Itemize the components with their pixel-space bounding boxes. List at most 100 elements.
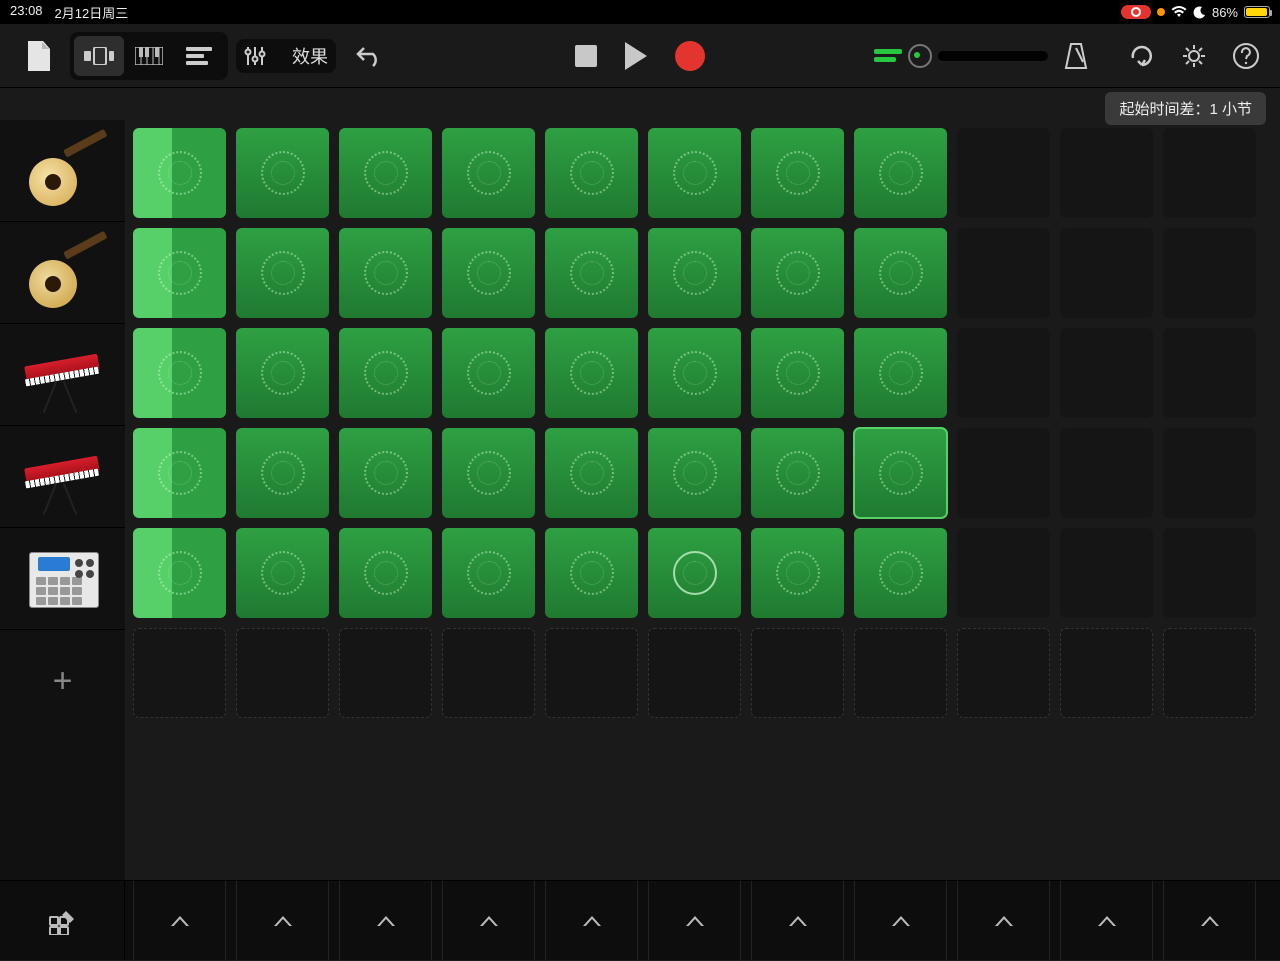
settings-button[interactable] [1174,36,1214,76]
loop-cell[interactable] [339,328,432,418]
play-button[interactable] [625,42,647,70]
loop-cell[interactable] [854,328,947,418]
empty-cell[interactable] [957,528,1050,618]
loop-cell[interactable] [854,128,947,218]
scene-trigger[interactable] [339,881,432,961]
track-header[interactable] [0,426,125,528]
loop-cell[interactable] [133,128,226,218]
loop-cell[interactable] [648,528,741,618]
track-header[interactable] [0,528,125,630]
view-keyboard[interactable] [124,36,174,76]
grid-edit-button[interactable] [0,881,125,960]
loop-cell[interactable] [751,328,844,418]
track-header[interactable] [0,222,125,324]
track-header[interactable] [0,324,125,426]
loop-cell[interactable] [236,228,329,318]
empty-cell[interactable] [1060,428,1153,518]
empty-cell[interactable] [1060,528,1153,618]
scene-trigger[interactable] [442,881,535,961]
scene-trigger[interactable] [236,881,329,961]
loop-cell[interactable] [751,228,844,318]
scene-trigger[interactable] [133,881,226,961]
loop-cell[interactable] [545,228,638,318]
empty-cell[interactable] [1060,128,1153,218]
loop-cell[interactable] [442,528,535,618]
loop-cell[interactable] [751,528,844,618]
empty-cell[interactable] [648,628,741,718]
empty-cell[interactable] [957,428,1050,518]
my-songs-button[interactable] [14,32,62,80]
loop-cell[interactable] [545,328,638,418]
loop-cell[interactable] [648,328,741,418]
empty-cell[interactable] [339,628,432,718]
empty-cell[interactable] [1163,528,1256,618]
fx-button[interactable]: 效果 [292,43,328,69]
record-button[interactable] [675,41,705,71]
volume-knob[interactable] [908,44,932,68]
empty-cell[interactable] [1163,628,1256,718]
loop-cell[interactable] [133,428,226,518]
scene-trigger[interactable] [957,881,1050,961]
loop-cell[interactable] [751,128,844,218]
scene-trigger[interactable] [1163,881,1256,961]
scene-trigger[interactable] [545,881,638,961]
loop-cell[interactable] [648,228,741,318]
loop-cell[interactable] [545,428,638,518]
loop-cell[interactable] [236,528,329,618]
empty-cell[interactable] [1060,328,1153,418]
scene-trigger[interactable] [1060,881,1153,961]
loop-cell[interactable] [236,428,329,518]
scene-trigger[interactable] [751,881,844,961]
loop-cell[interactable] [751,428,844,518]
empty-cell[interactable] [1163,228,1256,318]
loop-cell[interactable] [854,528,947,618]
empty-cell[interactable] [442,628,535,718]
loop-cell[interactable] [648,428,741,518]
empty-cell[interactable] [1163,128,1256,218]
loop-cell[interactable] [545,128,638,218]
view-tracks[interactable] [174,36,224,76]
track-header[interactable] [0,120,125,222]
empty-cell[interactable] [1163,328,1256,418]
loop-cell[interactable] [133,528,226,618]
empty-cell[interactable] [545,628,638,718]
help-button[interactable] [1226,36,1266,76]
loop-cell[interactable] [133,228,226,318]
loop-cell[interactable] [854,428,947,518]
loop-cell[interactable] [236,328,329,418]
empty-cell[interactable] [957,328,1050,418]
scene-trigger[interactable] [648,881,741,961]
loop-browser-button[interactable] [1122,36,1162,76]
empty-cell[interactable] [1060,628,1153,718]
empty-cell[interactable] [854,628,947,718]
volume-slider[interactable] [938,51,1048,61]
empty-cell[interactable] [1163,428,1256,518]
loop-cell[interactable] [442,228,535,318]
empty-cell[interactable] [957,628,1050,718]
add-track-button[interactable]: + [0,630,125,732]
undo-button[interactable] [344,32,392,80]
empty-cell[interactable] [133,628,226,718]
loop-cell[interactable] [133,328,226,418]
loop-cell[interactable] [854,228,947,318]
loop-cell[interactable] [442,128,535,218]
empty-cell[interactable] [957,228,1050,318]
loop-cell[interactable] [339,228,432,318]
view-live-loops[interactable] [74,36,124,76]
loop-cell[interactable] [442,428,535,518]
empty-cell[interactable] [236,628,329,718]
loop-cell[interactable] [236,128,329,218]
loop-cell[interactable] [339,128,432,218]
scene-trigger[interactable] [854,881,947,961]
loop-cell[interactable] [339,428,432,518]
loop-cell[interactable] [442,328,535,418]
loop-cell[interactable] [545,528,638,618]
empty-cell[interactable] [1060,228,1153,318]
loop-cell[interactable] [339,528,432,618]
track-controls-button[interactable] [244,45,284,67]
loop-cell[interactable] [648,128,741,218]
metronome-button[interactable] [1056,36,1096,76]
empty-cell[interactable] [751,628,844,718]
empty-cell[interactable] [957,128,1050,218]
stop-button[interactable] [575,45,597,67]
